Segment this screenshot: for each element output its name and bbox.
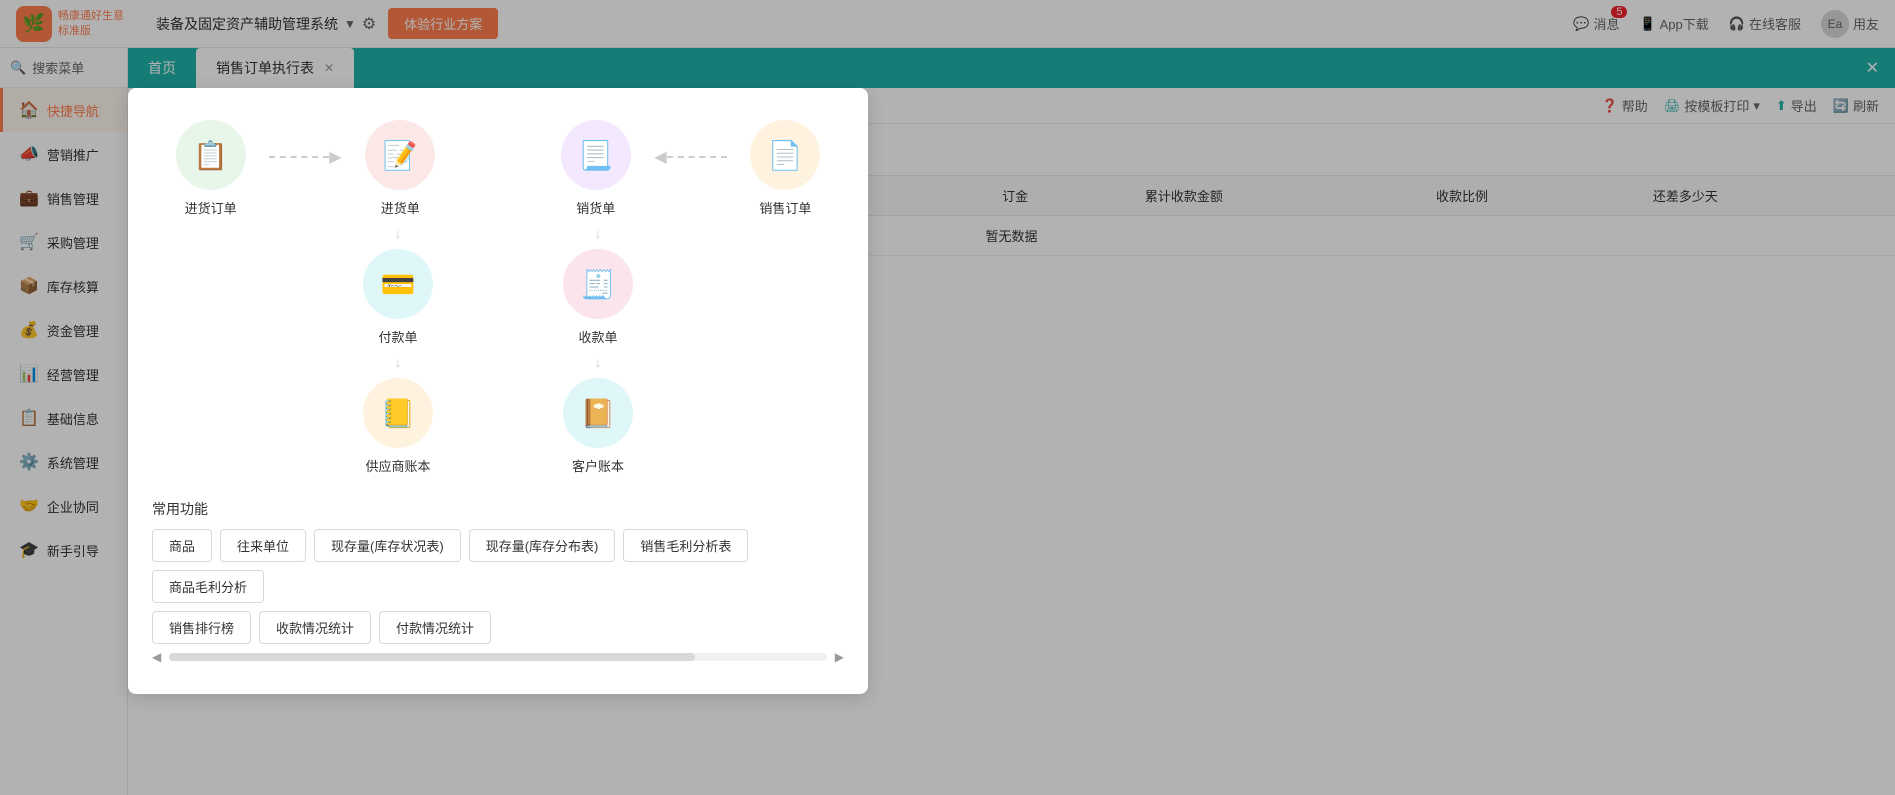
scroll-right-icon[interactable]: ▶ xyxy=(835,650,844,664)
receipt-icon: 🧾 xyxy=(581,268,616,301)
common-btn-product[interactable]: 商品 xyxy=(152,529,212,562)
common-btn-stock-dist[interactable]: 现存量(库存分布表) xyxy=(469,529,616,562)
common-btn-stock-status[interactable]: 现存量(库存状况表) xyxy=(314,529,461,562)
flow-node-sales-order[interactable]: 📄 销售订单 xyxy=(727,120,844,217)
flow-diagram: 📋 进货订单 ▶ 📝 进货单 📃 xyxy=(152,112,844,483)
payment-icon: 💳 xyxy=(381,268,416,301)
customer-ledger-circle: 📔 xyxy=(563,378,633,448)
flow-node-purchase-order[interactable]: 📋 进货订单 xyxy=(152,120,269,217)
common-btn-sales-gross[interactable]: 销售毛利分析表 xyxy=(623,529,748,562)
purchase-receipt-circle: 📝 xyxy=(365,120,435,190)
popup-overlay[interactable]: 📋 进货订单 ▶ 📝 进货单 📃 xyxy=(0,0,1895,795)
flow-node-supplier-ledger[interactable]: 📒 供应商账本 xyxy=(338,378,458,475)
common-section-title: 常用功能 xyxy=(152,499,844,519)
customer-ledger-icon: 📔 xyxy=(581,397,616,430)
common-functions-section: 常用功能 商品 往来单位 现存量(库存状况表) 现存量(库存分布表) 销售毛利分… xyxy=(152,499,844,644)
scroll-hint: ◀ ▶ xyxy=(152,644,844,670)
purchase-order-icon: 📋 xyxy=(193,139,228,172)
sales-order-circle: 📄 xyxy=(750,120,820,190)
flow-node-receipt[interactable]: 🧾 收款单 xyxy=(538,249,658,346)
flow-arrows-row2: ↓ ↓ xyxy=(152,225,844,241)
sales-receipt-icon: 📃 xyxy=(578,139,613,172)
scroll-left-icon[interactable]: ◀ xyxy=(152,650,161,664)
flow-row-1: 📋 进货订单 ▶ 📝 进货单 📃 xyxy=(152,112,844,225)
supplier-ledger-icon: 📒 xyxy=(381,397,416,430)
flow-node-sales-receipt[interactable]: 📃 销货单 xyxy=(537,120,654,217)
purchase-receipt-icon: 📝 xyxy=(383,139,418,172)
scroll-track xyxy=(169,653,827,661)
flow-node-payment[interactable]: 💳 付款单 xyxy=(338,249,458,346)
flow-node-purchase-receipt[interactable]: 📝 进货单 xyxy=(342,120,459,217)
common-btn-partner[interactable]: 往来单位 xyxy=(220,529,306,562)
common-btn-payment-stats[interactable]: 付款情况统计 xyxy=(379,611,491,644)
sales-receipt-circle: 📃 xyxy=(561,120,631,190)
flow-row-3: 📒 供应商账本 📔 客户账本 xyxy=(152,370,844,483)
common-buttons-container: 商品 往来单位 现存量(库存状况表) 现存量(库存分布表) 销售毛利分析表 商品… xyxy=(152,529,844,603)
flow-node-customer-ledger[interactable]: 📔 客户账本 xyxy=(538,378,658,475)
receipt-circle: 🧾 xyxy=(563,249,633,319)
flow-arrows-row3: ↓ ↓ xyxy=(152,354,844,370)
common-btn-collection-stats[interactable]: 收款情况统计 xyxy=(259,611,371,644)
scroll-thumb xyxy=(169,653,695,661)
payment-circle: 💳 xyxy=(363,249,433,319)
common-btn-product-gross[interactable]: 商品毛利分析 xyxy=(152,570,264,603)
quick-nav-popup: 📋 进货订单 ▶ 📝 进货单 📃 xyxy=(128,88,868,694)
supplier-ledger-circle: 📒 xyxy=(363,378,433,448)
common-buttons-row2: 销售排行榜 收款情况统计 付款情况统计 xyxy=(152,611,844,644)
sales-order-icon: 📄 xyxy=(768,139,803,172)
purchase-order-circle: 📋 xyxy=(176,120,246,190)
common-btn-sales-rank[interactable]: 销售排行榜 xyxy=(152,611,251,644)
flow-row-2: 💳 付款单 🧾 收款单 xyxy=(152,241,844,354)
